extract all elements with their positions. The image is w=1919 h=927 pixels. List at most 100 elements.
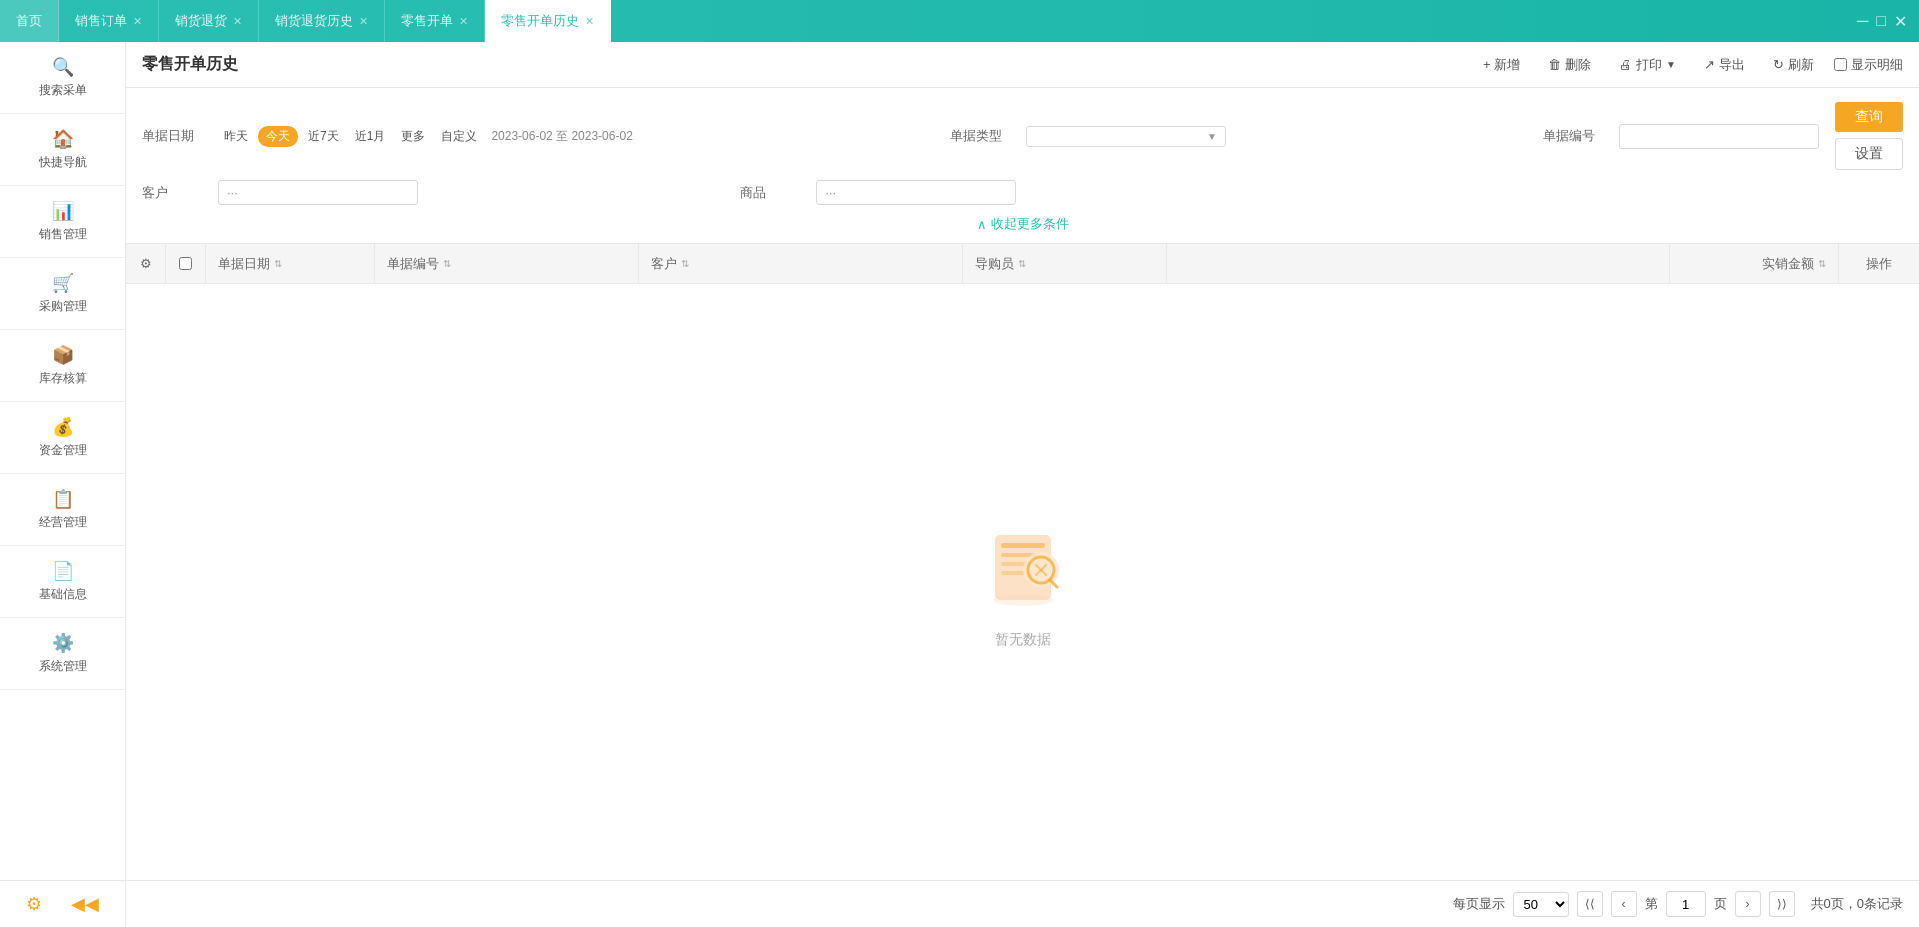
filter-row-1: 单据日期 昨天 今天 近7天 近1月 更多 自定义 2023-06-02 至 2… (142, 102, 1903, 170)
date-btn-yesterday[interactable]: 昨天 (218, 126, 254, 147)
sort-icon-number: ⇅ (443, 258, 451, 269)
display-detail-checkbox[interactable] (1834, 58, 1847, 71)
number-input[interactable] (1619, 124, 1819, 149)
tab-return-label: 销货退货 (175, 12, 227, 30)
sidebar-item-finance[interactable]: 💰 资金管理 (0, 402, 125, 474)
close-icon[interactable]: ✕ (233, 15, 242, 28)
refresh-icon: ↻ (1773, 57, 1784, 72)
refresh-button[interactable]: ↻ 刷新 (1765, 52, 1822, 78)
print-icon: 🖨 (1619, 57, 1632, 72)
date-btn-today[interactable]: 今天 (258, 126, 298, 147)
export-button[interactable]: ↗ 导出 (1696, 52, 1753, 78)
sidebar-bottom: ⚙ ◀◀ (0, 880, 125, 927)
finance-icon: 💰 (52, 416, 74, 438)
sidebar-label-inventory: 库存核算 (39, 370, 87, 387)
th-guide[interactable]: 导购员 ⇅ (963, 244, 1167, 283)
display-detail-toggle[interactable]: 显示明细 (1834, 56, 1903, 74)
page-label: 第 (1645, 895, 1658, 913)
tab-return[interactable]: 销货退货 ✕ (159, 0, 259, 42)
sidebar-item-system[interactable]: ⚙️ 系统管理 (0, 618, 125, 690)
sales-icon: 📊 (52, 200, 74, 222)
date-range-display: 2023-06-02 至 2023-06-02 (491, 128, 632, 145)
th-client[interactable]: 客户 ⇅ (639, 244, 963, 283)
top-bar: 首页 销售订单 ✕ 销货退货 ✕ 销货退货历史 ✕ 零售开单 ✕ 零售开单历史 … (0, 0, 1919, 42)
collapse-text: 收起更多条件 (991, 215, 1069, 233)
close-icon[interactable]: ✕ (133, 15, 142, 28)
tab-sales-order[interactable]: 销售订单 ✕ (59, 0, 159, 42)
sidebar: 🔍 搜索采单 🏠 快捷导航 📊 销售管理 🛒 采购管理 📦 库存核算 💰 资金管… (0, 42, 126, 927)
type-label: 单据类型 (950, 127, 1010, 145)
add-button-label: + 新增 (1483, 56, 1520, 74)
first-page-btn[interactable]: ⟨⟨ (1577, 891, 1603, 917)
delete-button-label: 删除 (1565, 56, 1591, 74)
sidebar-item-purchase[interactable]: 🛒 采购管理 (0, 258, 125, 330)
sidebar-item-search[interactable]: 🔍 搜索采单 (0, 42, 125, 114)
window-maximize[interactable]: □ (1876, 12, 1886, 30)
page-size-select[interactable]: 50 100 200 (1513, 892, 1569, 917)
select-all-checkbox[interactable] (179, 257, 192, 270)
type-select[interactable]: ▼ (1026, 126, 1226, 147)
last-page-btn[interactable]: ⟩⟩ (1769, 891, 1795, 917)
goods-label: 商品 (740, 184, 800, 202)
sort-icon-client: ⇅ (681, 258, 689, 269)
print-button[interactable]: 🖨 打印 ▼ (1611, 52, 1684, 78)
tab-return-history[interactable]: 销货退货历史 ✕ (259, 0, 385, 42)
th-date[interactable]: 单据日期 ⇅ (206, 244, 375, 283)
tab-retail-history[interactable]: 零售开单历史 ✕ (485, 0, 611, 42)
settings-bottom-icon[interactable]: ⚙ (26, 893, 42, 915)
close-icon[interactable]: ✕ (359, 15, 368, 28)
empty-illustration (973, 515, 1073, 615)
client-input[interactable]: ··· (218, 180, 418, 205)
page-size-label: 每页显示 (1453, 895, 1505, 913)
collapse-sidebar-icon[interactable]: ◀◀ (71, 893, 99, 915)
sidebar-item-basic[interactable]: 📄 基础信息 (0, 546, 125, 618)
sidebar-label-nav: 快捷导航 (39, 154, 87, 171)
date-btn-7days[interactable]: 近7天 (302, 126, 345, 147)
display-detail-label: 显示明细 (1851, 56, 1903, 74)
empty-text: 暂无数据 (995, 631, 1051, 649)
settings-gear-icon: ⚙ (140, 256, 152, 271)
th-action: 操作 (1839, 244, 1919, 283)
sidebar-label-management: 经营管理 (39, 514, 87, 531)
window-minimize[interactable]: ─ (1857, 12, 1868, 30)
prev-page-btn[interactable]: ‹ (1611, 891, 1637, 917)
tab-retail-open-label: 零售开单 (401, 12, 453, 30)
window-close[interactable]: ✕ (1894, 12, 1907, 31)
filter-date-btns: 昨天 今天 近7天 近1月 更多 自定义 2023-06-02 至 2023-0… (218, 126, 633, 147)
number-label: 单据编号 (1543, 127, 1603, 145)
add-button[interactable]: + 新增 (1475, 52, 1528, 78)
query-settings-col: 查询 设置 (1835, 102, 1903, 170)
total-info: 共0页，0条记录 (1811, 895, 1903, 913)
date-btn-custom[interactable]: 自定义 (435, 126, 483, 147)
top-bar-right: ─ □ ✕ (1857, 12, 1919, 31)
sidebar-item-sales[interactable]: 📊 销售管理 (0, 186, 125, 258)
sidebar-item-nav[interactable]: 🏠 快捷导航 (0, 114, 125, 186)
client-dots: ··· (227, 185, 238, 200)
content-area: 零售开单历史 + 新增 🗑 删除 🖨 打印 ▼ ↗ 导出 (126, 42, 1919, 927)
settings-button[interactable]: 设置 (1835, 138, 1903, 170)
th-client-label: 客户 (651, 255, 677, 273)
export-icon: ↗ (1704, 57, 1715, 72)
th-number[interactable]: 单据编号 ⇅ (375, 244, 639, 283)
query-button[interactable]: 查询 (1835, 102, 1903, 132)
th-amount[interactable]: 实销金额 ⇅ (1670, 244, 1839, 283)
close-icon[interactable]: ✕ (585, 15, 594, 28)
collapse-button[interactable]: ∧ 收起更多条件 (977, 215, 1069, 233)
sidebar-item-inventory[interactable]: 📦 库存核算 (0, 330, 125, 402)
date-btn-1month[interactable]: 近1月 (349, 126, 392, 147)
goods-input[interactable]: ··· (816, 180, 1016, 205)
next-page-btn[interactable]: › (1735, 891, 1761, 917)
filter-row-2: 客户 ··· 商品 ··· (142, 180, 1903, 205)
tab-home[interactable]: 首页 (0, 0, 59, 42)
tab-retail-open[interactable]: 零售开单 ✕ (385, 0, 485, 42)
th-amount-label: 实销金额 (1762, 255, 1814, 273)
date-btn-more[interactable]: 更多 (395, 126, 431, 147)
delete-button[interactable]: 🗑 删除 (1540, 52, 1599, 78)
th-settings[interactable]: ⚙ (126, 244, 166, 283)
th-checkbox[interactable] (166, 244, 206, 283)
page-input[interactable] (1666, 891, 1706, 917)
toolbar: 零售开单历史 + 新增 🗑 删除 🖨 打印 ▼ ↗ 导出 (126, 42, 1919, 88)
tab-home-label: 首页 (16, 12, 42, 30)
close-icon[interactable]: ✕ (459, 15, 468, 28)
sidebar-item-management[interactable]: 📋 经营管理 (0, 474, 125, 546)
